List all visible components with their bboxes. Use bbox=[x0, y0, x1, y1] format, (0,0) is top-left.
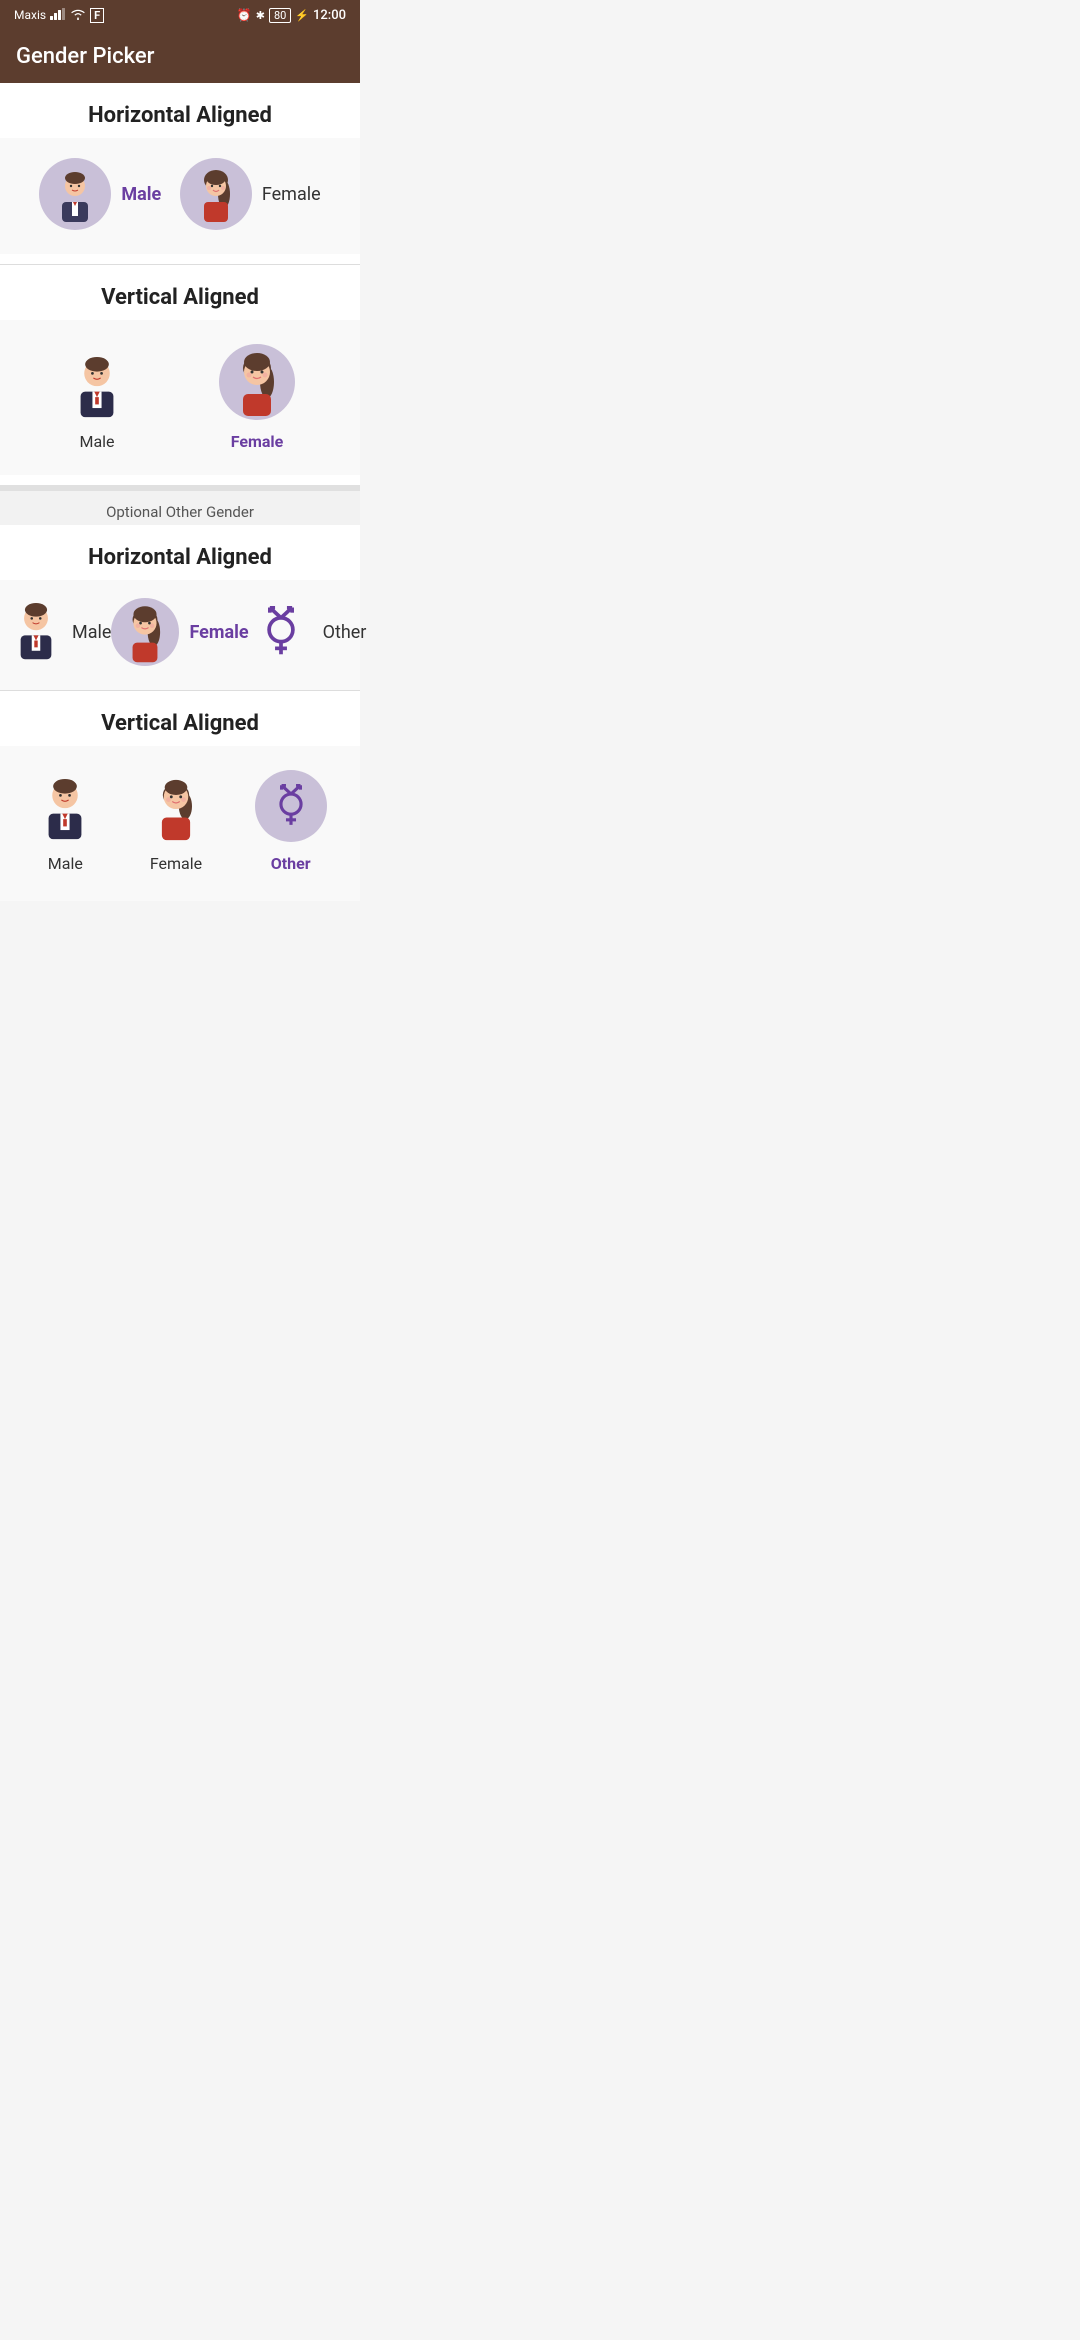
female-label-v1: Female bbox=[231, 432, 284, 451]
gender-row-horizontal-1: Male bbox=[0, 138, 360, 254]
gender-item-female-v1[interactable]: Female bbox=[219, 344, 295, 451]
gender-row-vertical-1: Male bbox=[0, 320, 360, 475]
signal-icon bbox=[50, 8, 66, 23]
gender-item-male-h2[interactable]: Male bbox=[10, 606, 111, 658]
optional-other-section: Optional Other Gender Horizontal Aligned bbox=[0, 491, 360, 901]
gender-item-female-v2[interactable]: Female bbox=[144, 778, 208, 873]
male-avatar-h2 bbox=[10, 606, 62, 658]
charging-icon: ⚡ bbox=[295, 9, 309, 22]
female-label-h2: Female bbox=[189, 622, 248, 643]
optional-other-subtitle: Optional Other Gender bbox=[0, 491, 360, 525]
female-avatar-h2 bbox=[111, 598, 179, 666]
time-display: 12:00 bbox=[313, 8, 346, 23]
carrier-text: Maxis bbox=[14, 8, 46, 22]
female-label-v2: Female bbox=[150, 854, 202, 873]
status-right: ⏰ ✱ 80 ⚡ 12:00 bbox=[237, 8, 346, 23]
other-label-h2: Other bbox=[323, 622, 367, 643]
female-avatar-h1 bbox=[180, 158, 252, 230]
section-title-vertical-2: Vertical Aligned bbox=[0, 691, 360, 746]
battery-text: 80 bbox=[269, 8, 291, 23]
female-label-h1: Female bbox=[262, 184, 321, 205]
section-title-horizontal-1: Horizontal Aligned bbox=[0, 83, 360, 138]
f-badge: F bbox=[90, 8, 104, 23]
alarm-icon: ⏰ bbox=[237, 8, 252, 22]
gender-item-male-v1[interactable]: Male bbox=[65, 356, 129, 451]
section-vertical-2: Vertical Aligned bbox=[0, 691, 360, 901]
male-avatar-v2 bbox=[33, 778, 97, 842]
app-bar: Gender Picker bbox=[0, 28, 360, 83]
male-label-v2: Male bbox=[48, 854, 83, 873]
female-avatar-v2 bbox=[144, 778, 208, 842]
male-label-h2: Male bbox=[72, 622, 111, 643]
gender-item-male-v2[interactable]: Male bbox=[33, 778, 97, 873]
status-left: Maxis F bbox=[14, 8, 104, 23]
male-avatar-h1 bbox=[39, 158, 111, 230]
female-avatar-v1 bbox=[219, 344, 295, 420]
wifi-icon bbox=[70, 8, 86, 23]
gender-row-horizontal-2: Male bbox=[0, 580, 360, 690]
section-title-vertical-1: Vertical Aligned bbox=[0, 265, 360, 320]
male-label-h1: Male bbox=[121, 184, 161, 205]
other-symbol-v2 bbox=[255, 770, 327, 842]
gender-item-other-v2[interactable]: Other bbox=[255, 770, 327, 873]
section-horizontal-1: Horizontal Aligned bbox=[0, 83, 360, 264]
status-bar: Maxis F ⏰ ✱ 80 ⚡ 12:00 bbox=[0, 0, 360, 28]
section-horizontal-2: Horizontal Aligned bbox=[0, 525, 360, 690]
gender-row-vertical-2: Male bbox=[0, 746, 360, 901]
bluetooth-icon: ✱ bbox=[256, 9, 265, 22]
app-title: Gender Picker bbox=[16, 44, 154, 69]
gender-item-female-h2[interactable]: Female bbox=[111, 598, 248, 666]
male-avatar-v1 bbox=[65, 356, 129, 420]
other-label-v2: Other bbox=[271, 854, 311, 873]
male-label-v1: Male bbox=[79, 432, 114, 451]
section-title-horizontal-2: Horizontal Aligned bbox=[0, 525, 360, 580]
gender-item-other-h2[interactable]: Other bbox=[249, 600, 367, 664]
gender-item-female-h1[interactable]: Female bbox=[180, 158, 321, 230]
other-symbol-h2 bbox=[249, 600, 313, 664]
gender-item-male-h1[interactable]: Male bbox=[39, 158, 161, 230]
section-vertical-1: Vertical Aligned bbox=[0, 265, 360, 485]
